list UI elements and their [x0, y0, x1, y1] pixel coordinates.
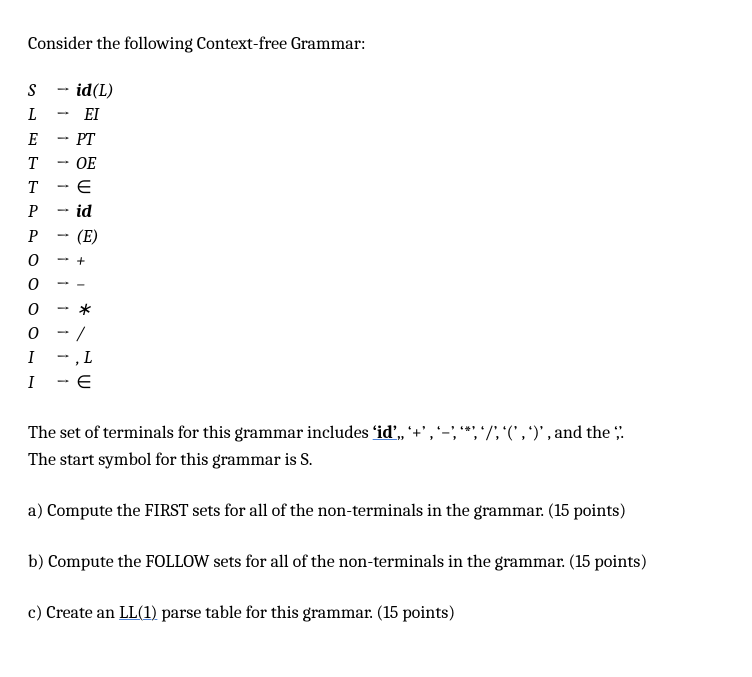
rule-lhs: O [28, 298, 50, 322]
arrow-icon: → [56, 371, 70, 395]
arrow-icon: → [56, 128, 70, 152]
grammar-rule: O→− [28, 273, 724, 297]
rule-rhs: PT [76, 128, 94, 152]
rule-lhs: T [28, 176, 50, 200]
rule-rhs: (E) [76, 225, 99, 249]
rule-lhs: E [28, 128, 50, 152]
rule-rhs: + [76, 249, 85, 273]
rule-lhs: T [28, 152, 50, 176]
question-b: b) Compute the FOLLOW sets for all of th… [28, 548, 724, 575]
rule-lhs: I [28, 371, 50, 395]
rule-rhs: ∈ [76, 371, 92, 395]
arrow-icon: → [56, 322, 70, 346]
rule-rhs: ∗ [76, 298, 91, 322]
rule-rhs: OE [76, 152, 96, 176]
rule-lhs: O [28, 273, 50, 297]
start-symbol-text: The start symbol for this grammar is S. [28, 449, 312, 470]
question-c-ll1: LL(1) [119, 602, 157, 623]
rule-rhs: , L [76, 346, 92, 370]
arrow-icon: → [56, 103, 70, 127]
rule-rhs: − [76, 273, 85, 297]
arrow-icon: → [56, 249, 70, 273]
arrow-icon: → [56, 273, 70, 297]
rule-lhs: O [28, 249, 50, 273]
grammar-rule: T→∈ [28, 176, 724, 200]
terminals-list: , ‘+’ , ‘−’, ‘*’, ‘/’, ‘(’ , ‘)’ , and t… [401, 422, 624, 443]
arrow-icon: → [56, 176, 70, 200]
rule-rhs: ∈ [76, 176, 92, 200]
arrow-icon: → [56, 200, 70, 224]
arrow-icon: → [56, 346, 70, 370]
grammar-rule: P→ (E) [28, 225, 724, 249]
intro-text: Consider the following Context-free Gram… [28, 30, 724, 57]
rule-lhs: I [28, 346, 50, 370]
rule-lhs: S [28, 79, 50, 103]
grammar-rule: O→+ [28, 249, 724, 273]
grammar-rule: I→ , L [28, 346, 724, 370]
grammar-rule: O→/ [28, 322, 724, 346]
grammar-rule: E→PT [28, 128, 724, 152]
rule-rhs: id [76, 200, 92, 224]
rule-lhs: P [28, 225, 50, 249]
terminals-paragraph: The set of terminals for this grammar in… [28, 419, 724, 473]
rule-rhs: EI [76, 103, 99, 127]
grammar-rule: P→id [28, 200, 724, 224]
terminals-prefix: The set of terminals for this grammar in… [28, 422, 373, 443]
grammar-rule: L→ EI [28, 103, 724, 127]
rule-rhs: / [76, 322, 84, 346]
grammar-rule: I→∈ [28, 371, 724, 395]
grammar-rule: T→OE [28, 152, 724, 176]
arrow-icon: → [56, 152, 70, 176]
arrow-icon: → [56, 79, 70, 103]
rule-lhs: P [28, 200, 50, 224]
rule-lhs: L [28, 103, 50, 127]
rule-rhs: id(L) [76, 79, 114, 103]
arrow-icon: → [56, 298, 70, 322]
question-c-prefix: c) Create an [28, 602, 119, 623]
question-c-suffix: parse table for this grammar. (15 points… [157, 602, 455, 623]
grammar-block: S→id(L)L→ EIE→PTT→OET→∈P→idP→(E)O→+O→−O→… [28, 79, 724, 395]
question-a: a) Compute the FIRST sets for all of the… [28, 497, 724, 524]
terminal-id: ‘id’ [373, 422, 397, 443]
question-c: c) Create an LL(1) parse table for this … [28, 599, 724, 626]
grammar-rule: O→∗ [28, 298, 724, 322]
rule-lhs: O [28, 322, 50, 346]
grammar-rule: S→id(L) [28, 79, 724, 103]
arrow-icon: → [56, 225, 70, 249]
